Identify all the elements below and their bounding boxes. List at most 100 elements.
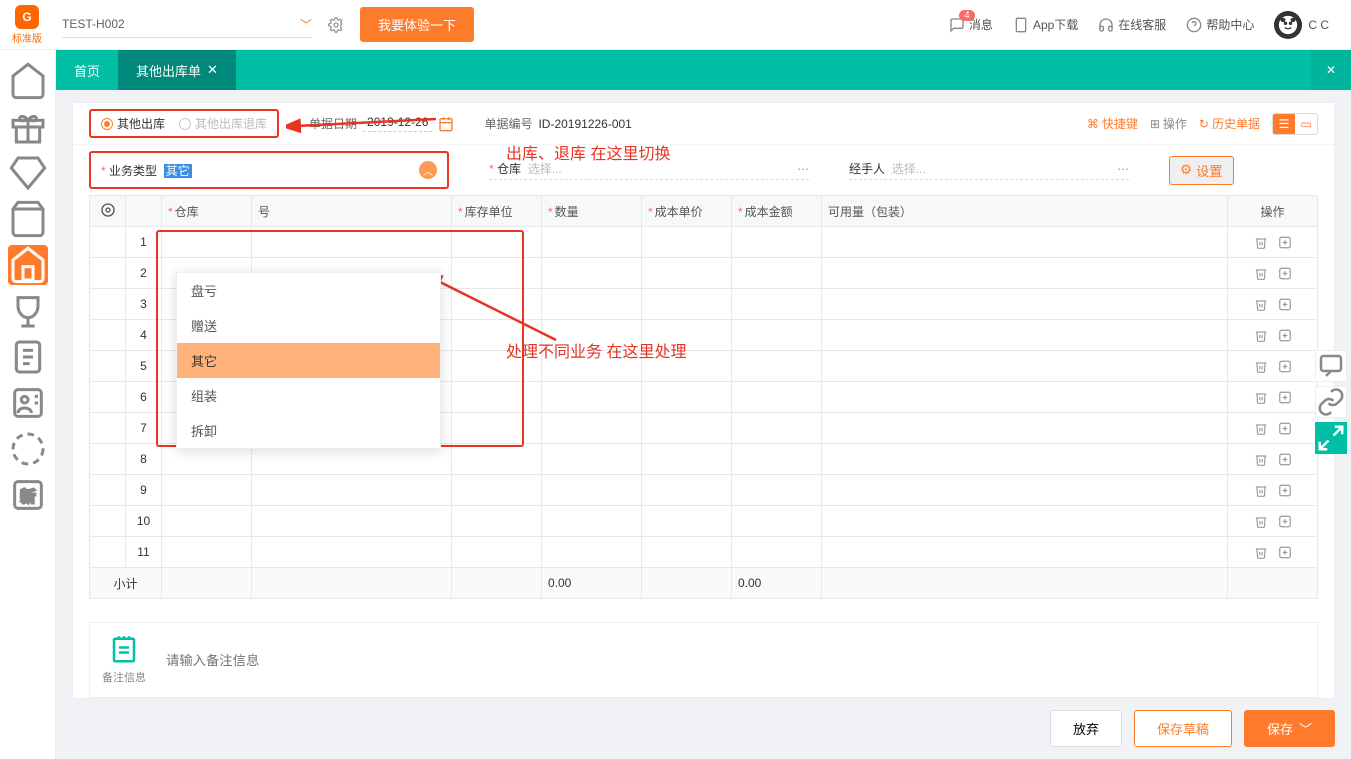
add-icon[interactable] xyxy=(1278,389,1292,406)
table-row[interactable]: 9 xyxy=(90,475,1318,506)
dropdown-option[interactable]: 赠送 xyxy=(177,308,440,343)
add-icon[interactable] xyxy=(1278,544,1292,561)
logo[interactable]: G 标准版 xyxy=(12,5,42,45)
delete-icon[interactable] xyxy=(1254,451,1268,468)
header-code[interactable]: 号 xyxy=(252,196,452,227)
biztype-field[interactable]: 业务类型 其它 ︿ xyxy=(89,151,449,189)
keyboard-icon: ⌘ xyxy=(1087,117,1099,131)
remarks-input[interactable] xyxy=(166,653,1305,668)
toolbar: ⌘快捷键 ⊞操作 ↻历史单据 ☰ ▭ xyxy=(1087,113,1318,135)
logo-tag: 标准版 xyxy=(12,30,42,45)
list-view-icon[interactable]: ☰ xyxy=(1273,114,1295,134)
header-gear[interactable] xyxy=(90,196,126,227)
nav-app-download[interactable]: App下载 xyxy=(1013,16,1078,33)
card-view-icon[interactable]: ▭ xyxy=(1295,114,1317,134)
delete-icon[interactable] xyxy=(1254,544,1268,561)
chevron-down-icon: ﹀ xyxy=(300,16,312,33)
delete-icon[interactable] xyxy=(1254,389,1268,406)
history-icon: ↻ xyxy=(1199,117,1209,131)
nav-service[interactable]: 在线客服 xyxy=(1098,16,1166,33)
annotation-top: 出库、退库 在这里切换 xyxy=(506,140,670,164)
add-icon[interactable] xyxy=(1278,358,1292,375)
calendar-icon[interactable] xyxy=(438,116,454,132)
dropdown-option[interactable]: 组装 xyxy=(177,378,440,413)
delete-icon[interactable] xyxy=(1254,420,1268,437)
side-loading[interactable] xyxy=(8,429,48,469)
close-all-tabs[interactable]: ✕ xyxy=(1311,50,1351,90)
view-toggle[interactable]: ☰ ▭ xyxy=(1272,113,1318,135)
dropdown-option[interactable]: 盘亏 xyxy=(177,273,440,308)
header-warehouse[interactable]: 仓库 xyxy=(162,196,252,227)
expand-tool[interactable] xyxy=(1315,422,1347,454)
svg-text:新: 新 xyxy=(20,489,35,506)
form-row-1: 其他出库 其他出库退库 单据日期 2019-12-26 单据编号 ID-2019… xyxy=(73,103,1334,145)
remarks-box: 备注信息 xyxy=(89,622,1318,698)
grid-icon: ⊞ xyxy=(1150,117,1160,131)
header-unit[interactable]: 库存单位 xyxy=(452,196,542,227)
user-menu[interactable]: C C xyxy=(1274,11,1329,39)
side-bag[interactable] xyxy=(8,199,48,239)
handler-field[interactable]: 经手人 选择... ⋯ xyxy=(849,160,1129,180)
delete-icon[interactable] xyxy=(1254,358,1268,375)
docno-value: ID-20191226-001 xyxy=(538,117,631,131)
radio-outbound[interactable]: 其他出库 xyxy=(101,115,165,132)
delete-icon[interactable] xyxy=(1254,234,1268,251)
company-select[interactable]: TEST-H002 ﹀ xyxy=(62,12,312,38)
nav-message[interactable]: 消息 4 xyxy=(949,16,993,33)
toolbar-shortcut[interactable]: ⌘快捷键 xyxy=(1087,115,1138,132)
help-icon xyxy=(1186,17,1202,33)
tab-outbound[interactable]: 其他出库单✕ xyxy=(118,50,236,90)
header-amount[interactable]: 成本金额 xyxy=(732,196,822,227)
header-qty[interactable]: 数量 xyxy=(542,196,642,227)
dropdown-option-selected[interactable]: 其它 xyxy=(177,343,440,378)
toolbar-operate[interactable]: ⊞操作 xyxy=(1150,115,1187,132)
close-icon[interactable]: ✕ xyxy=(207,62,218,78)
header-cost[interactable]: 成本单价 xyxy=(642,196,732,227)
right-tools xyxy=(1315,350,1351,454)
side-contact[interactable] xyxy=(8,383,48,423)
date-value[interactable]: 2019-12-26 xyxy=(363,115,432,132)
company-name: TEST-H002 xyxy=(62,17,125,31)
add-icon[interactable] xyxy=(1278,420,1292,437)
add-icon[interactable] xyxy=(1278,296,1292,313)
toolbar-history[interactable]: ↻历史单据 xyxy=(1199,115,1260,132)
add-icon[interactable] xyxy=(1278,265,1292,282)
add-icon[interactable] xyxy=(1278,234,1292,251)
chevron-up-icon: ︿ xyxy=(419,161,437,179)
add-icon[interactable] xyxy=(1278,327,1292,344)
header-available[interactable]: 可用量（包装） xyxy=(822,196,1228,227)
message-badge: 4 xyxy=(959,10,975,21)
delete-icon[interactable] xyxy=(1254,327,1268,344)
table-row[interactable]: 10 xyxy=(90,506,1318,537)
note-icon xyxy=(109,635,139,665)
side-money[interactable] xyxy=(8,291,48,331)
sidebar: 新 xyxy=(0,50,56,759)
comment-tool[interactable] xyxy=(1315,350,1347,382)
side-clipboard[interactable] xyxy=(8,337,48,377)
nav-help[interactable]: 帮助中心 xyxy=(1186,16,1254,33)
side-gift[interactable] xyxy=(8,107,48,147)
table-row[interactable]: 11 xyxy=(90,537,1318,568)
tab-home[interactable]: 首页 xyxy=(56,50,118,90)
save-button[interactable]: 保存﹀ xyxy=(1244,710,1335,747)
side-diamond[interactable] xyxy=(8,153,48,193)
try-button[interactable]: 我要体验一下 xyxy=(360,7,474,42)
add-icon[interactable] xyxy=(1278,482,1292,499)
settings-button[interactable]: ⚙设置 xyxy=(1169,156,1234,185)
delete-icon[interactable] xyxy=(1254,265,1268,282)
side-new[interactable]: 新 xyxy=(8,475,48,515)
dropdown-option[interactable]: 拆卸 xyxy=(177,413,440,448)
delete-icon[interactable] xyxy=(1254,482,1268,499)
gear-icon[interactable] xyxy=(328,17,344,33)
delete-icon[interactable] xyxy=(1254,296,1268,313)
delete-icon[interactable] xyxy=(1254,513,1268,530)
radio-return[interactable]: 其他出库退库 xyxy=(179,115,267,132)
side-warehouse[interactable] xyxy=(8,245,48,285)
add-icon[interactable] xyxy=(1278,451,1292,468)
save-draft-button[interactable]: 保存草稿 xyxy=(1134,710,1232,747)
add-icon[interactable] xyxy=(1278,513,1292,530)
link-tool[interactable] xyxy=(1315,386,1347,418)
side-home[interactable] xyxy=(8,61,48,101)
discard-button[interactable]: 放弃 xyxy=(1050,710,1122,747)
table-row[interactable]: 1 xyxy=(90,227,1318,258)
